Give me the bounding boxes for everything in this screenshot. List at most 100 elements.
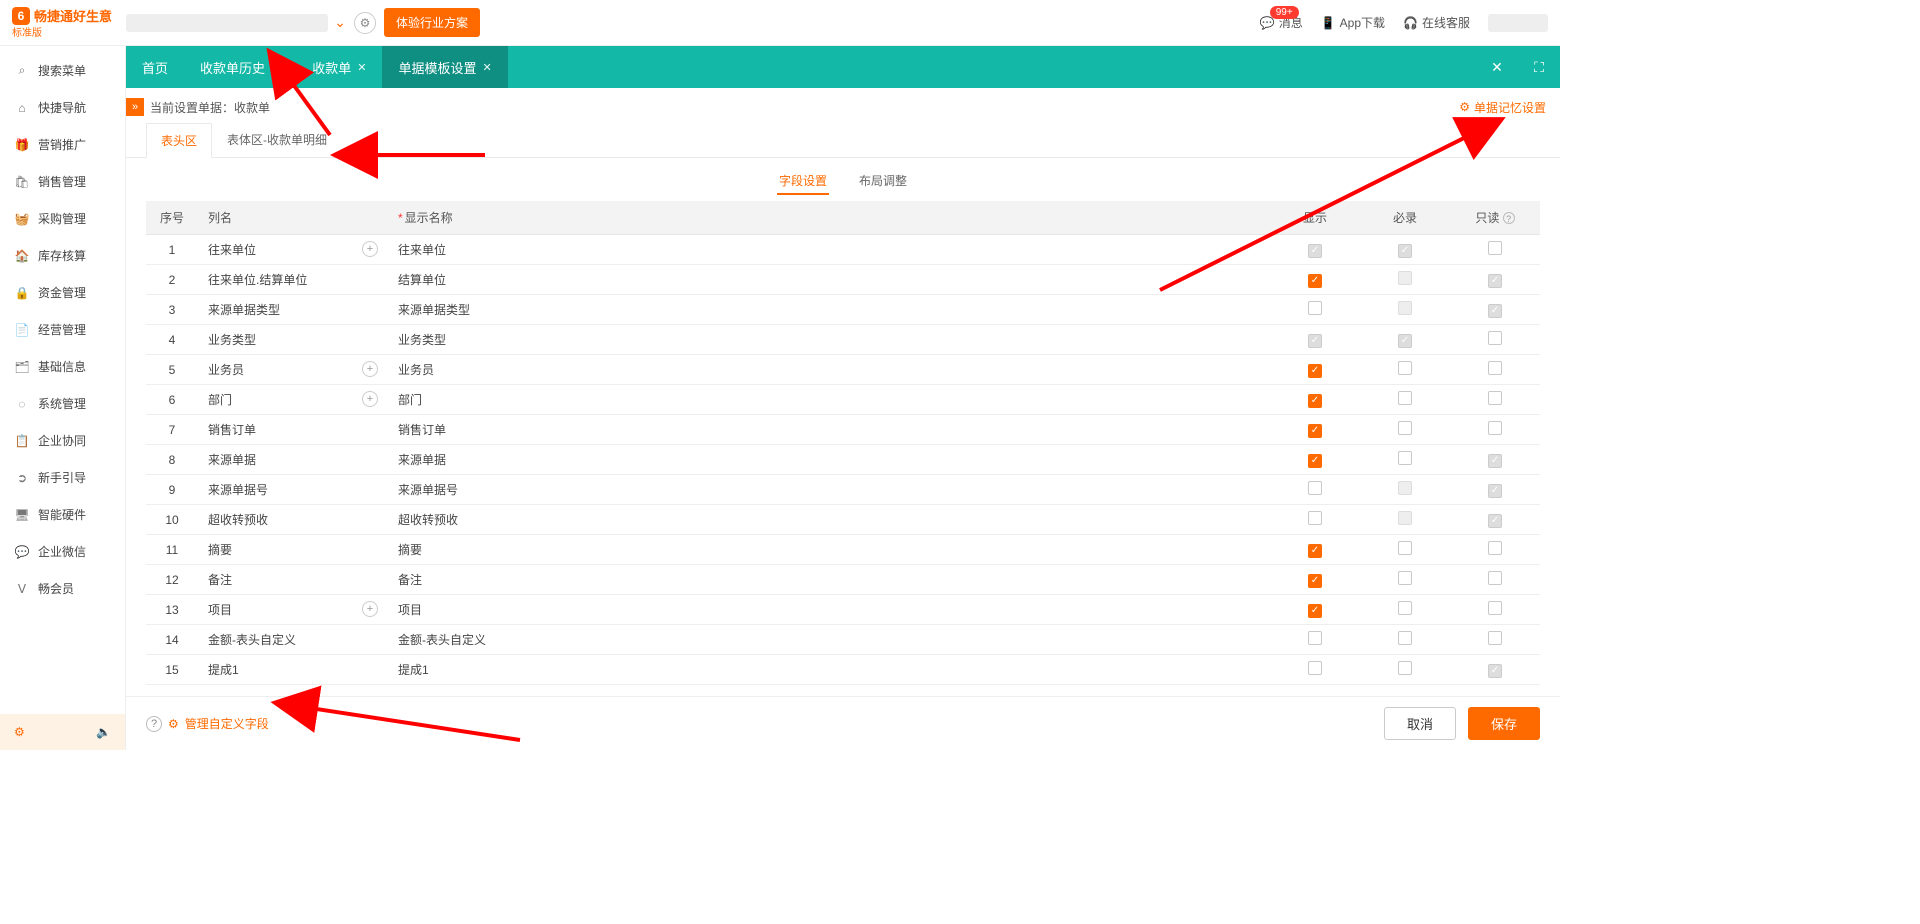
area-tab[interactable]: 表体区-收款单明细: [212, 122, 342, 157]
checkbox[interactable]: [1308, 661, 1322, 675]
checkbox[interactable]: [1308, 274, 1322, 288]
checkbox[interactable]: [1308, 301, 1322, 315]
messages-link[interactable]: 💬 消息 99+: [1260, 14, 1303, 31]
cell-disp[interactable]: 提成1: [388, 655, 1270, 685]
cell-name: 项目+: [198, 595, 388, 625]
cell-disp[interactable]: 来源单据类型: [388, 295, 1270, 325]
settings-gear-icon[interactable]: ⚙: [354, 12, 376, 34]
leftnav-item[interactable]: 🛍销售管理: [0, 163, 125, 200]
leftnav-item[interactable]: ➲新手引导: [0, 459, 125, 496]
app-download-link[interactable]: 📱 App下载: [1321, 14, 1385, 31]
leftnav-item[interactable]: 🏠库存核算: [0, 237, 125, 274]
readonly-help-icon[interactable]: ?: [1503, 212, 1515, 224]
checkbox[interactable]: [1398, 361, 1412, 375]
checkbox[interactable]: [1488, 601, 1502, 615]
tab-close-icon[interactable]: ✕: [357, 61, 366, 74]
footer-sound-icon[interactable]: 🔈: [96, 725, 111, 739]
page-tab[interactable]: 收款单✕: [296, 46, 382, 88]
checkbox[interactable]: [1488, 421, 1502, 435]
sub-tab[interactable]: 布局调整: [857, 168, 909, 195]
leftnav-item[interactable]: 🗂基础信息: [0, 348, 125, 385]
cell-disp[interactable]: 往来单位: [388, 235, 1270, 265]
page-tab[interactable]: 首页: [126, 46, 184, 88]
add-icon[interactable]: +: [362, 241, 378, 257]
cell-disp[interactable]: 销售订单: [388, 415, 1270, 445]
fullscreen-icon[interactable]: ⛶: [1518, 46, 1560, 88]
checkbox[interactable]: [1398, 661, 1412, 675]
cell-disp[interactable]: 超收转预收: [388, 505, 1270, 535]
checkbox[interactable]: [1398, 631, 1412, 645]
checkbox[interactable]: [1398, 601, 1412, 615]
leftnav-item[interactable]: 💬企业微信: [0, 533, 125, 570]
checkbox[interactable]: [1398, 391, 1412, 405]
checkbox[interactable]: [1308, 544, 1322, 558]
checkbox[interactable]: [1308, 511, 1322, 525]
side-toggle-icon[interactable]: »: [126, 98, 144, 116]
checkbox[interactable]: [1398, 421, 1412, 435]
cell-name: 摘要: [198, 535, 388, 565]
checkbox[interactable]: [1308, 604, 1322, 618]
checkbox[interactable]: [1308, 631, 1322, 645]
trial-button[interactable]: 体验行业方案: [384, 8, 480, 37]
checkbox[interactable]: [1488, 631, 1502, 645]
cancel-button[interactable]: 取消: [1384, 707, 1456, 740]
leftnav-item[interactable]: ⌂快捷导航: [0, 89, 125, 126]
checkbox[interactable]: [1308, 454, 1322, 468]
add-icon[interactable]: +: [362, 391, 378, 407]
col-name-header: 列名: [198, 201, 388, 235]
help-icon[interactable]: ?: [146, 716, 162, 732]
add-icon[interactable]: +: [362, 601, 378, 617]
footer-gear-icon[interactable]: ⚙: [14, 725, 25, 739]
checkbox[interactable]: [1308, 424, 1322, 438]
memory-settings-link[interactable]: ⚙ 单据记忆设置: [1459, 99, 1546, 116]
save-button[interactable]: 保存: [1468, 707, 1540, 740]
cell-disp[interactable]: 业务类型: [388, 325, 1270, 355]
area-tab[interactable]: 表头区: [146, 123, 212, 158]
page-tab[interactable]: 收款单历史✕: [184, 46, 296, 88]
leftnav-label: 经营管理: [38, 321, 86, 338]
leftnav-item[interactable]: 📄经营管理: [0, 311, 125, 348]
leftnav-icon: ⌂: [14, 101, 30, 115]
checkbox[interactable]: [1398, 541, 1412, 555]
cell-disp[interactable]: 来源单据: [388, 445, 1270, 475]
sub-tab[interactable]: 字段设置: [777, 168, 829, 195]
page-tab[interactable]: 单据模板设置✕: [382, 46, 507, 88]
tab-close-icon[interactable]: ✕: [271, 61, 280, 74]
cell-disp[interactable]: 金额-表头自定义: [388, 625, 1270, 655]
checkbox[interactable]: [1488, 361, 1502, 375]
cell-disp[interactable]: 业务员: [388, 355, 1270, 385]
cell-disp[interactable]: 来源单据号: [388, 475, 1270, 505]
cell-disp[interactable]: 项目: [388, 595, 1270, 625]
tab-close-icon[interactable]: ✕: [483, 61, 492, 74]
customer-service-link[interactable]: 🎧 在线客服: [1403, 14, 1470, 31]
checkbox[interactable]: [1308, 394, 1322, 408]
checkbox[interactable]: [1488, 541, 1502, 555]
cell-disp[interactable]: 摘要: [388, 535, 1270, 565]
checkbox[interactable]: [1488, 241, 1502, 255]
cell-ro: [1450, 565, 1540, 595]
leftnav-item[interactable]: 🎁营销推广: [0, 126, 125, 163]
checkbox[interactable]: [1488, 391, 1502, 405]
user-avatar[interactable]: [1488, 14, 1548, 32]
checkbox[interactable]: [1488, 331, 1502, 345]
leftnav-item[interactable]: ⌕搜索菜单: [0, 52, 125, 89]
leftnav-item[interactable]: 📋企业协同: [0, 422, 125, 459]
manage-custom-fields-link[interactable]: 管理自定义字段: [185, 715, 269, 732]
cell-disp[interactable]: 备注: [388, 565, 1270, 595]
leftnav-item[interactable]: 🔒资金管理: [0, 274, 125, 311]
checkbox[interactable]: [1308, 364, 1322, 378]
cell-disp[interactable]: 部门: [388, 385, 1270, 415]
close-all-tabs-icon[interactable]: ✕: [1476, 46, 1518, 88]
cell-disp[interactable]: 结算单位: [388, 265, 1270, 295]
leftnav-item[interactable]: ◌系统管理: [0, 385, 125, 422]
checkbox[interactable]: [1308, 481, 1322, 495]
checkbox[interactable]: [1398, 451, 1412, 465]
leftnav-item[interactable]: 🧺采购管理: [0, 200, 125, 237]
checkbox[interactable]: [1308, 574, 1322, 588]
leftnav-item[interactable]: Ⅴ畅会员: [0, 570, 125, 607]
leftnav-item[interactable]: 🖥智能硬件: [0, 496, 125, 533]
tenant-switcher[interactable]: ⌄: [126, 14, 346, 32]
checkbox[interactable]: [1488, 571, 1502, 585]
checkbox[interactable]: [1398, 571, 1412, 585]
add-icon[interactable]: +: [362, 361, 378, 377]
